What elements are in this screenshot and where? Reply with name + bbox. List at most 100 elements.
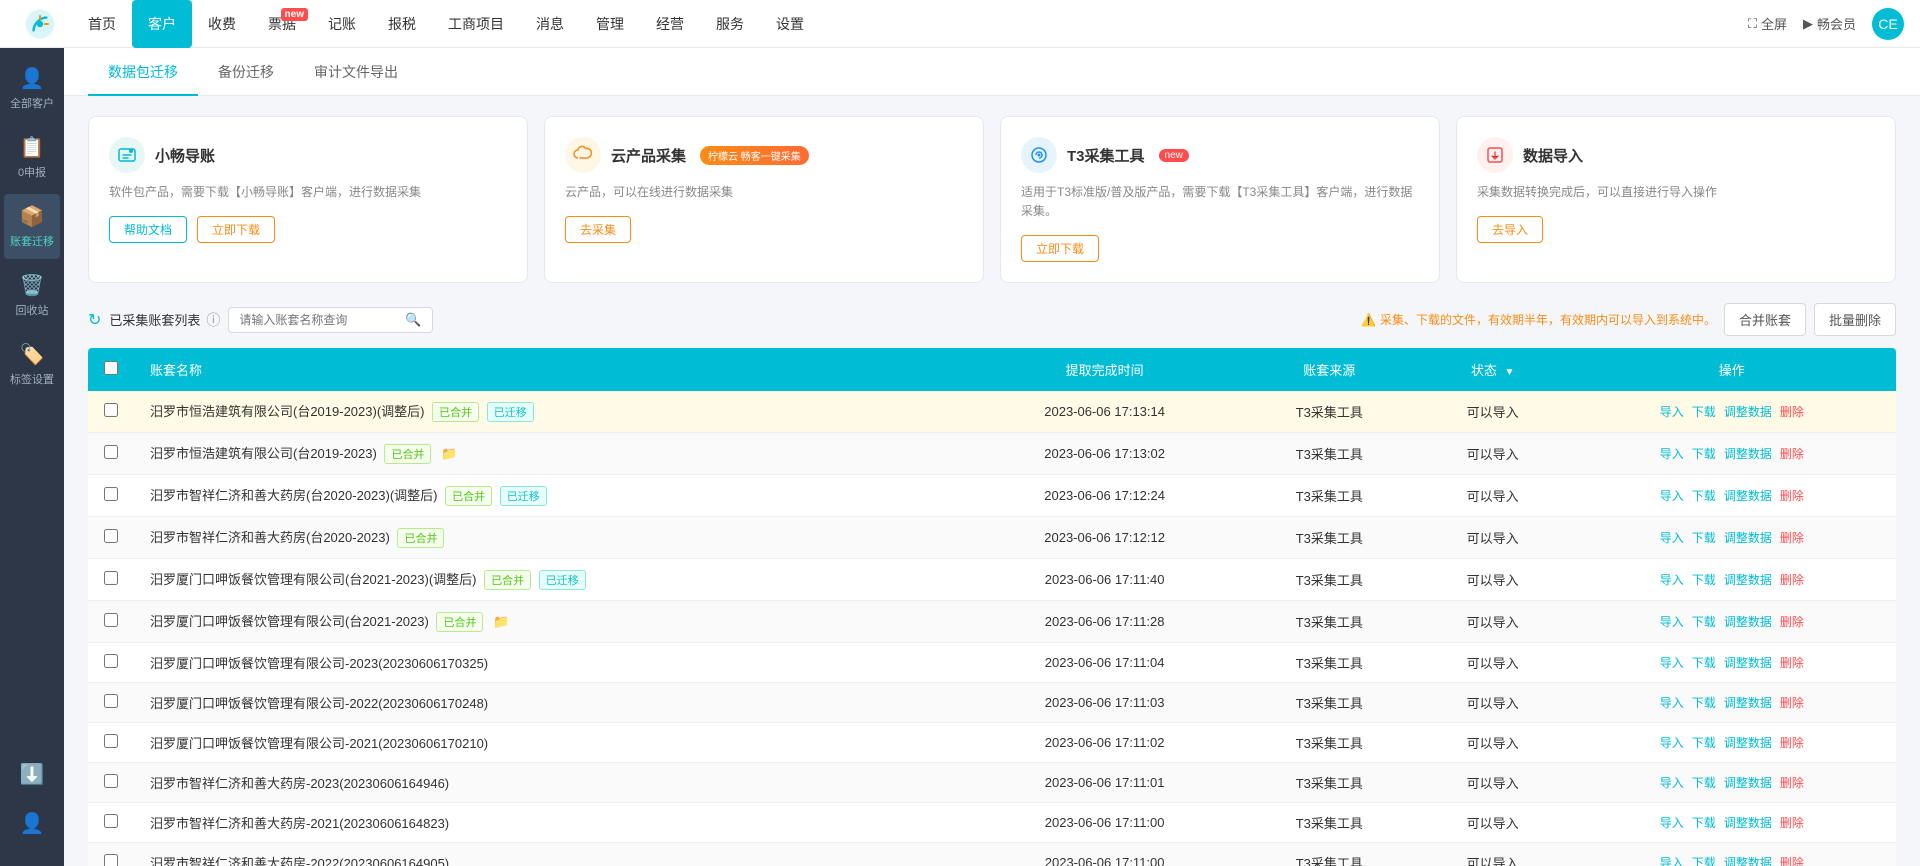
row-checkbox[interactable]: [104, 814, 118, 828]
action-下载[interactable]: 下载: [1692, 447, 1716, 461]
action-调整数据[interactable]: 调整数据: [1724, 736, 1772, 750]
action-删除[interactable]: 删除: [1780, 447, 1804, 461]
row-checkbox[interactable]: [104, 403, 118, 417]
row-checkbox[interactable]: [104, 734, 118, 748]
action-导入[interactable]: 导入: [1660, 696, 1684, 710]
action-调整数据[interactable]: 调整数据: [1724, 856, 1772, 866]
action-删除[interactable]: 删除: [1780, 856, 1804, 866]
select-all-checkbox[interactable]: [104, 361, 118, 375]
nav-item-operation[interactable]: 经营: [640, 0, 700, 48]
sidebar-item-all-clients[interactable]: 👤 全部客户: [4, 56, 60, 121]
sidebar-item-download[interactable]: ⬇️: [4, 752, 60, 797]
download-now-button-2[interactable]: 立即下载: [1021, 235, 1099, 262]
action-调整数据[interactable]: 调整数据: [1724, 696, 1772, 710]
sidebar-item-tag-settings[interactable]: 🏷️ 标签设置: [4, 332, 60, 397]
sidebar-item-user-settings[interactable]: 👤: [4, 801, 60, 846]
action-下载[interactable]: 下载: [1692, 816, 1716, 830]
action-调整数据[interactable]: 调整数据: [1724, 405, 1772, 419]
action-下载[interactable]: 下载: [1692, 573, 1716, 587]
row-checkbox[interactable]: [104, 445, 118, 459]
go-import-button[interactable]: 去导入: [1477, 216, 1543, 243]
row-checkbox[interactable]: [104, 487, 118, 501]
action-下载[interactable]: 下载: [1692, 696, 1716, 710]
action-调整数据[interactable]: 调整数据: [1724, 615, 1772, 629]
row-checkbox[interactable]: [104, 854, 118, 866]
action-删除[interactable]: 删除: [1780, 573, 1804, 587]
nav-item-bookkeep[interactable]: 记账: [312, 0, 372, 48]
help-doc-button[interactable]: 帮助文档: [109, 216, 187, 243]
action-删除[interactable]: 删除: [1780, 736, 1804, 750]
action-调整数据[interactable]: 调整数据: [1724, 447, 1772, 461]
tab-audit-export[interactable]: 审计文件导出: [294, 48, 418, 96]
action-导入[interactable]: 导入: [1660, 776, 1684, 790]
action-调整数据[interactable]: 调整数据: [1724, 816, 1772, 830]
row-checkbox[interactable]: [104, 613, 118, 627]
go-collect-button[interactable]: 去采集: [565, 216, 631, 243]
action-删除[interactable]: 删除: [1780, 656, 1804, 670]
tab-backup-migration[interactable]: 备份迁移: [198, 48, 294, 96]
nav-item-business[interactable]: 工商项目: [432, 0, 520, 48]
member-button[interactable]: ▶ 畅会员: [1803, 14, 1856, 33]
refresh-icon[interactable]: ↻: [88, 310, 101, 330]
row-checkbox[interactable]: [104, 774, 118, 788]
merge-account-button[interactable]: 合并账套: [1724, 303, 1806, 336]
action-下载[interactable]: 下载: [1692, 405, 1716, 419]
sidebar-item-recycle[interactable]: 🗑️ 回收站: [4, 263, 60, 328]
action-下载[interactable]: 下载: [1692, 656, 1716, 670]
action-调整数据[interactable]: 调整数据: [1724, 656, 1772, 670]
action-调整数据[interactable]: 调整数据: [1724, 573, 1772, 587]
fullscreen-button[interactable]: ⛶ 全屏: [1748, 14, 1787, 33]
action-调整数据[interactable]: 调整数据: [1724, 531, 1772, 545]
search-icon[interactable]: 🔍: [405, 312, 421, 328]
action-删除[interactable]: 删除: [1780, 405, 1804, 419]
action-导入[interactable]: 导入: [1660, 615, 1684, 629]
nav-item-settings[interactable]: 设置: [760, 0, 820, 48]
action-导入[interactable]: 导入: [1660, 856, 1684, 866]
action-导入[interactable]: 导入: [1660, 573, 1684, 587]
info-icon[interactable]: ⓘ: [206, 310, 220, 330]
download-now-button-1[interactable]: 立即下载: [197, 216, 275, 243]
nav-item-tax[interactable]: 报税: [372, 0, 432, 48]
tab-data-migration[interactable]: 数据包迁移: [88, 48, 198, 96]
sidebar-item-account-migrate[interactable]: 📦 账套迁移: [4, 194, 60, 259]
col-status[interactable]: 状态 ▼: [1418, 348, 1568, 391]
action-导入[interactable]: 导入: [1660, 405, 1684, 419]
nav-item-manage[interactable]: 管理: [580, 0, 640, 48]
nav-item-customer[interactable]: 客户: [132, 0, 192, 48]
action-下载[interactable]: 下载: [1692, 776, 1716, 790]
avatar[interactable]: CE: [1872, 8, 1904, 40]
row-status-cell: 可以导入: [1418, 723, 1568, 763]
action-下载[interactable]: 下载: [1692, 489, 1716, 503]
row-checkbox[interactable]: [104, 529, 118, 543]
row-checkbox[interactable]: [104, 571, 118, 585]
action-删除[interactable]: 删除: [1780, 776, 1804, 790]
nav-item-message[interactable]: 消息: [520, 0, 580, 48]
action-导入[interactable]: 导入: [1660, 816, 1684, 830]
search-input[interactable]: [239, 313, 399, 327]
action-删除[interactable]: 删除: [1780, 696, 1804, 710]
action-删除[interactable]: 删除: [1780, 531, 1804, 545]
action-导入[interactable]: 导入: [1660, 489, 1684, 503]
action-删除[interactable]: 删除: [1780, 816, 1804, 830]
col-source: 账套来源: [1241, 348, 1418, 391]
nav-item-home[interactable]: 首页: [72, 0, 132, 48]
action-导入[interactable]: 导入: [1660, 736, 1684, 750]
action-导入[interactable]: 导入: [1660, 447, 1684, 461]
action-下载[interactable]: 下载: [1692, 531, 1716, 545]
nav-item-invoice[interactable]: 票据new: [252, 0, 312, 48]
nav-item-service[interactable]: 服务: [700, 0, 760, 48]
action-调整数据[interactable]: 调整数据: [1724, 489, 1772, 503]
action-下载[interactable]: 下载: [1692, 736, 1716, 750]
nav-item-fee[interactable]: 收费: [192, 0, 252, 48]
row-checkbox[interactable]: [104, 694, 118, 708]
batch-delete-button[interactable]: 批量删除: [1814, 303, 1896, 336]
action-删除[interactable]: 删除: [1780, 489, 1804, 503]
action-下载[interactable]: 下载: [1692, 856, 1716, 866]
action-调整数据[interactable]: 调整数据: [1724, 776, 1772, 790]
action-删除[interactable]: 删除: [1780, 615, 1804, 629]
sidebar-item-zero-report[interactable]: 📋 0申报: [4, 125, 60, 190]
action-导入[interactable]: 导入: [1660, 656, 1684, 670]
row-checkbox[interactable]: [104, 654, 118, 668]
action-下载[interactable]: 下载: [1692, 615, 1716, 629]
action-导入[interactable]: 导入: [1660, 531, 1684, 545]
